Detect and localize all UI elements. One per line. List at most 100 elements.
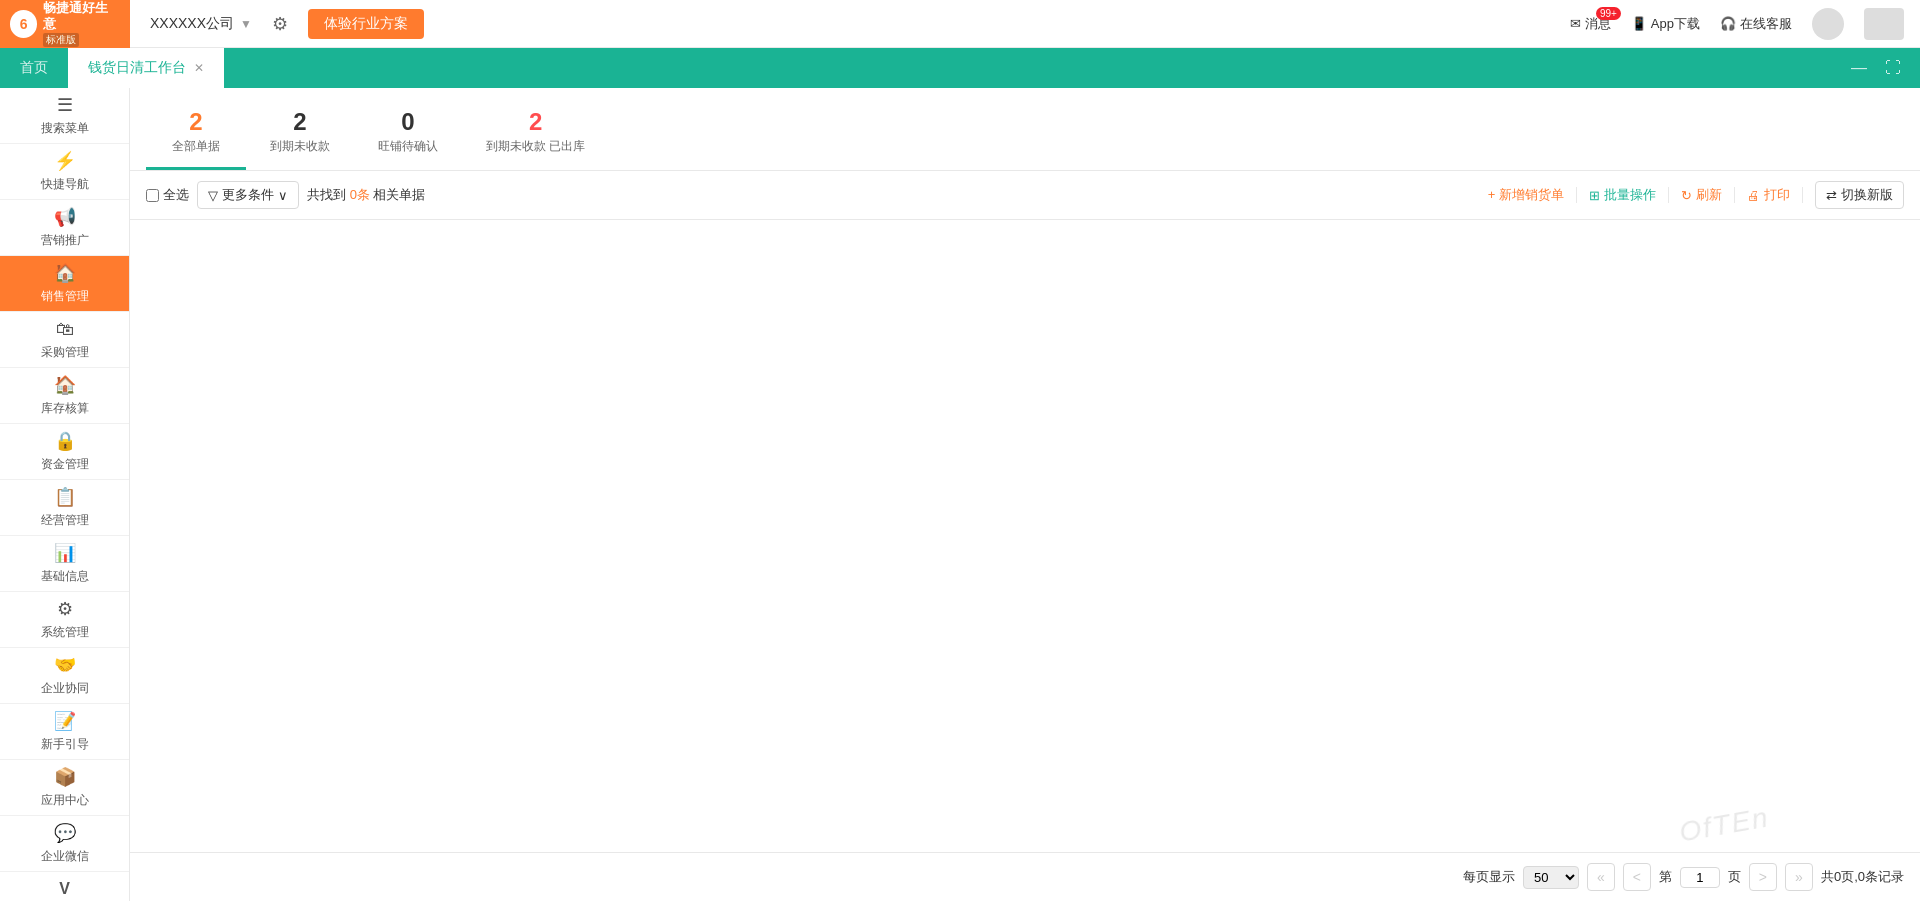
sidebar-label-app-center: 应用中心: [41, 792, 89, 809]
sidebar-label-inventory: 库存核算: [41, 400, 89, 417]
member-icon: V: [59, 880, 70, 898]
basic-info-icon: 📊: [54, 542, 76, 564]
print-button[interactable]: 🖨 打印: [1747, 186, 1790, 204]
subtab-overdue-out[interactable]: 2 到期未收款 已出库: [462, 100, 609, 170]
content-area: 2 全部单据 2 到期未收款 0 旺铺待确认 2 到期未收款 已出库 全选: [130, 88, 1920, 901]
wechat-icon: 💬: [54, 822, 76, 844]
sidebar-label-finance: 资金管理: [41, 456, 89, 473]
subtab-overdue[interactable]: 2 到期未收款: [246, 100, 354, 170]
switch-icon: ⇄: [1826, 188, 1837, 203]
sidebar-item-inventory[interactable]: 🏠 库存核算: [0, 368, 129, 424]
chevron-down-icon: ▼: [240, 17, 252, 31]
app-download-icon: 📱: [1631, 16, 1647, 31]
avatar[interactable]: [1812, 8, 1844, 40]
trial-button[interactable]: 体验行业方案: [308, 9, 424, 39]
add-sales-order-button[interactable]: + 新增销货单: [1488, 186, 1564, 204]
last-page-button[interactable]: »: [1785, 863, 1813, 891]
sidebar-label-search-menu: 搜索菜单: [41, 120, 89, 137]
marketing-icon: 📢: [54, 206, 76, 228]
sidebar-item-wechat[interactable]: 💬 企业微信: [0, 816, 129, 872]
logo-badge: 标准版: [43, 31, 120, 47]
main-layout: ☰ 搜索菜单 ⚡ 快捷导航 📢 营销推广 🏠 销售管理 🛍 采购管理 🏠 库存核…: [0, 88, 1920, 901]
sidebar-item-finance[interactable]: 🔒 资金管理: [0, 424, 129, 480]
system-icon: ⚙: [57, 598, 73, 620]
top-right-area: ✉ 消息 99+ 📱 App下载 🎧 在线客服: [1570, 8, 1904, 40]
page-number-input[interactable]: [1680, 867, 1720, 888]
sidebar-item-quick-nav[interactable]: ⚡ 快捷导航: [0, 144, 129, 200]
message-badge: 99+: [1596, 7, 1621, 20]
settings-button[interactable]: ⚙: [264, 8, 296, 40]
subtab-all[interactable]: 2 全部单据: [146, 100, 246, 170]
sidebar-label-enterprise: 企业协同: [41, 680, 89, 697]
subtab-pending-count: 0: [401, 108, 414, 136]
nav-tabs: 首页 钱货日清工作台 ✕ — ⛶: [0, 48, 1920, 88]
sidebar-item-system[interactable]: ⚙ 系统管理: [0, 592, 129, 648]
sidebar-item-sales[interactable]: 🏠 销售管理: [0, 256, 129, 312]
user-menu[interactable]: [1864, 8, 1904, 40]
total-records-label: 共0页,0条记录: [1821, 868, 1904, 886]
sidebar-item-purchase[interactable]: 🛍 采购管理: [0, 312, 129, 368]
sales-icon: 🏠: [54, 262, 76, 284]
subtab-overdue-label: 到期未收款: [270, 138, 330, 155]
logo-icon: 6: [10, 10, 37, 38]
select-all-checkbox[interactable]: 全选: [146, 186, 189, 204]
subtab-pending[interactable]: 0 旺铺待确认: [354, 100, 462, 170]
batch-operation-button[interactable]: ⊞ 批量操作: [1589, 186, 1656, 204]
sidebar-label-quick-nav: 快捷导航: [41, 176, 89, 193]
subtab-pending-label: 旺铺待确认: [378, 138, 438, 155]
logo-text: 畅捷通好生意 标准版: [43, 0, 120, 47]
subtab-all-label: 全部单据: [172, 138, 220, 155]
divider-1: [1576, 187, 1577, 203]
sidebar-item-member[interactable]: V 畅会员: [0, 872, 129, 901]
sidebar-label-basic-info: 基础信息: [41, 568, 89, 585]
refresh-button[interactable]: ↻ 刷新: [1681, 186, 1722, 204]
batch-icon: ⊞: [1589, 188, 1600, 203]
sidebar-item-guide[interactable]: 📝 新手引导: [0, 704, 129, 760]
tab-home[interactable]: 首页: [0, 48, 68, 88]
tab-cashflow[interactable]: 钱货日清工作台 ✕: [68, 48, 224, 88]
company-selector[interactable]: XXXXXX公司 ▼: [150, 15, 252, 33]
pagination: 每页显示 50 100 200 « < 第 页 > » 共0页,0条记录: [130, 852, 1920, 901]
enterprise-icon: 🤝: [54, 654, 76, 676]
maximize-icon[interactable]: ⛶: [1878, 53, 1908, 83]
toolbar-right: + 新增销货单 ⊞ 批量操作 ↻ 刷新 🖨 打印 ⇄: [1488, 181, 1904, 209]
page-suffix: 页: [1728, 868, 1741, 886]
select-all-input[interactable]: [146, 189, 159, 202]
subtab-overdue-out-count: 2: [529, 108, 542, 136]
sidebar-item-operations[interactable]: 📋 经营管理: [0, 480, 129, 536]
refresh-icon: ↻: [1681, 188, 1692, 203]
sidebar-label-system: 系统管理: [41, 624, 89, 641]
sidebar-item-marketing[interactable]: 📢 营销推广: [0, 200, 129, 256]
sidebar: ☰ 搜索菜单 ⚡ 快捷导航 📢 营销推广 🏠 销售管理 🛍 采购管理 🏠 库存核…: [0, 88, 130, 901]
message-icon: ✉: [1570, 16, 1581, 31]
app-download-button[interactable]: 📱 App下载: [1631, 15, 1700, 33]
first-page-button[interactable]: «: [1587, 863, 1615, 891]
next-page-button[interactable]: >: [1749, 863, 1777, 891]
page-label: 第: [1659, 868, 1672, 886]
nav-tab-actions: — ⛶: [1844, 53, 1920, 83]
search-menu-icon: ☰: [57, 94, 73, 116]
message-button[interactable]: ✉ 消息 99+: [1570, 15, 1611, 33]
online-service-button[interactable]: 🎧 在线客服: [1720, 15, 1792, 33]
switch-version-button[interactable]: ⇄ 切换新版: [1815, 181, 1904, 209]
subtab-all-count: 2: [189, 108, 202, 136]
tab-home-label: 首页: [20, 59, 48, 77]
quick-nav-icon: ⚡: [54, 150, 76, 172]
sidebar-item-basic-info[interactable]: 📊 基础信息: [0, 536, 129, 592]
sidebar-label-sales: 销售管理: [41, 288, 89, 305]
minimize-icon[interactable]: —: [1844, 53, 1874, 83]
logo-area: 6 畅捷通好生意 标准版: [0, 0, 130, 48]
sidebar-item-app-center[interactable]: 📦 应用中心: [0, 760, 129, 816]
app-center-icon: 📦: [54, 766, 76, 788]
tab-cashflow-label: 钱货日清工作台: [88, 59, 186, 77]
operations-icon: 📋: [54, 486, 76, 508]
sub-tabs: 2 全部单据 2 到期未收款 0 旺铺待确认 2 到期未收款 已出库: [130, 88, 1920, 171]
tab-close-icon[interactable]: ✕: [194, 61, 204, 75]
per-page-select[interactable]: 50 100 200: [1523, 866, 1579, 889]
print-icon: 🖨: [1747, 188, 1760, 203]
more-filter-button[interactable]: ▽ 更多条件 ∨: [197, 181, 299, 209]
divider-2: [1668, 187, 1669, 203]
sidebar-item-search-menu[interactable]: ☰ 搜索菜单: [0, 88, 129, 144]
prev-page-button[interactable]: <: [1623, 863, 1651, 891]
sidebar-item-enterprise[interactable]: 🤝 企业协同: [0, 648, 129, 704]
